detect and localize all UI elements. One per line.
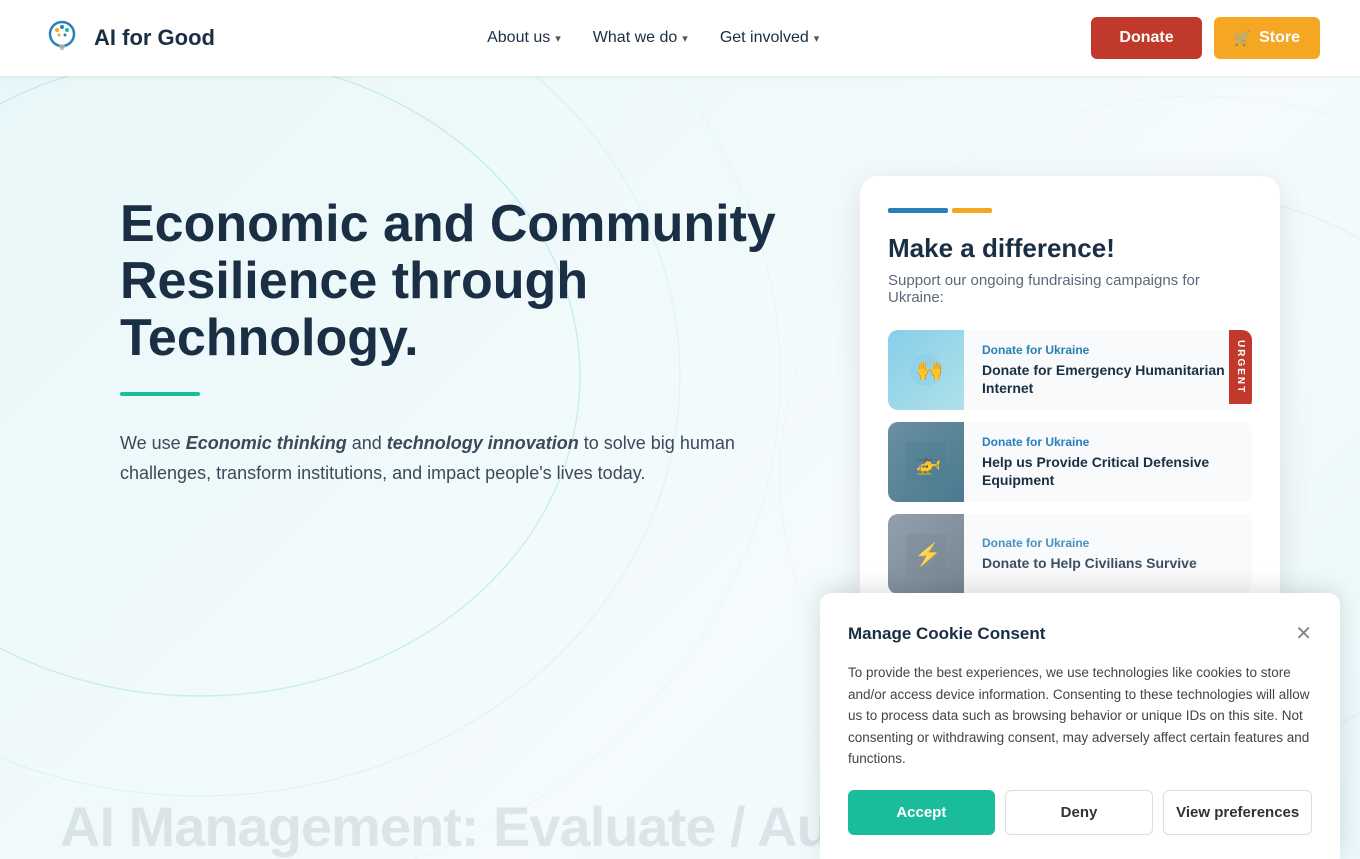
cookie-header: Manage Cookie Consent ✕ [848,621,1312,646]
campaign-tag-2: Donate for Ukraine [982,435,1248,449]
accent-yellow [952,208,992,213]
chevron-down-icon: ▾ [555,32,561,45]
panel-title: Make a difference! [888,233,1252,264]
cookie-accept-button[interactable]: Accept [848,790,995,835]
hero-divider [120,392,200,396]
accent-blue [888,208,948,213]
hero-body: We use Economic thinking and technology … [120,428,800,489]
hero-section: Economic and Community Resilience throug… [120,156,800,489]
campaign-image-2: 🚁 [888,422,964,502]
campaign-name-3: Donate to Help Civilians Survive [982,554,1248,572]
chevron-down-icon: ▾ [814,32,820,45]
campaign-card-2[interactable]: 🚁 Donate for Ukraine Help us Provide Cri… [888,422,1252,502]
panel-accent [888,208,1252,213]
campaign-card-1[interactable]: 🙌 Donate for Ukraine Donate for Emergenc… [888,330,1252,410]
cookie-buttons: Accept Deny View preferences [848,790,1312,835]
svg-text:🙌: 🙌 [916,357,943,382]
cookie-body: To provide the best experiences, we use … [848,662,1312,770]
panel-subtitle: Support our ongoing fundraising campaign… [888,272,1252,306]
urgent-badge: URGENT [1229,330,1252,404]
svg-text:⚡: ⚡ [914,542,941,568]
campaign-info-3: Donate for Ukraine Donate to Help Civili… [978,528,1252,580]
campaign-image-3: ⚡ [888,514,964,594]
campaign-info-1: Donate for Ukraine Donate for Emergency … [978,335,1252,405]
navbar: AI for Good About us ▾ What we do ▾ Get … [0,0,1360,76]
nav-what-we-do[interactable]: What we do ▾ [593,29,688,47]
campaign-name-1: Donate for Emergency Humanitarian Intern… [982,361,1248,397]
cookie-close-button[interactable]: ✕ [1295,621,1312,646]
logo-icon [40,16,84,60]
cookie-consent: Manage Cookie Consent ✕ To provide the b… [820,593,1340,859]
donate-button[interactable]: Donate [1091,17,1201,59]
donation-panel: Make a difference! Support our ongoing f… [860,176,1280,630]
cookie-view-preferences-button[interactable]: View preferences [1163,790,1312,835]
cookie-deny-button[interactable]: Deny [1005,790,1154,835]
nav-links: About us ▾ What we do ▾ Get involved ▾ [487,29,819,47]
chevron-down-icon: ▾ [682,32,688,45]
campaign-card-3[interactable]: ⚡ Donate for Ukraine Donate to Help Civi… [888,514,1252,594]
hero-title: Economic and Community Resilience throug… [120,196,800,368]
store-button[interactable]: 🛒 Store [1214,17,1320,59]
cookie-title: Manage Cookie Consent [848,624,1045,644]
nav-buttons: Donate 🛒 Store [1091,17,1320,59]
logo[interactable]: AI for Good [40,16,215,60]
campaign-name-2: Help us Provide Critical Defensive Equip… [982,453,1248,489]
nav-about[interactable]: About us ▾ [487,29,561,47]
campaign-tag-1: Donate for Ukraine [982,343,1248,357]
campaign-tag-3: Donate for Ukraine [982,536,1248,550]
store-icon: 🛒 [1234,30,1251,47]
campaign-image-1: 🙌 [888,330,964,410]
nav-get-involved[interactable]: Get involved ▾ [720,29,819,47]
logo-text: AI for Good [94,25,215,51]
svg-text:🚁: 🚁 [914,450,941,475]
campaign-info-2: Donate for Ukraine Help us Provide Criti… [978,427,1252,497]
